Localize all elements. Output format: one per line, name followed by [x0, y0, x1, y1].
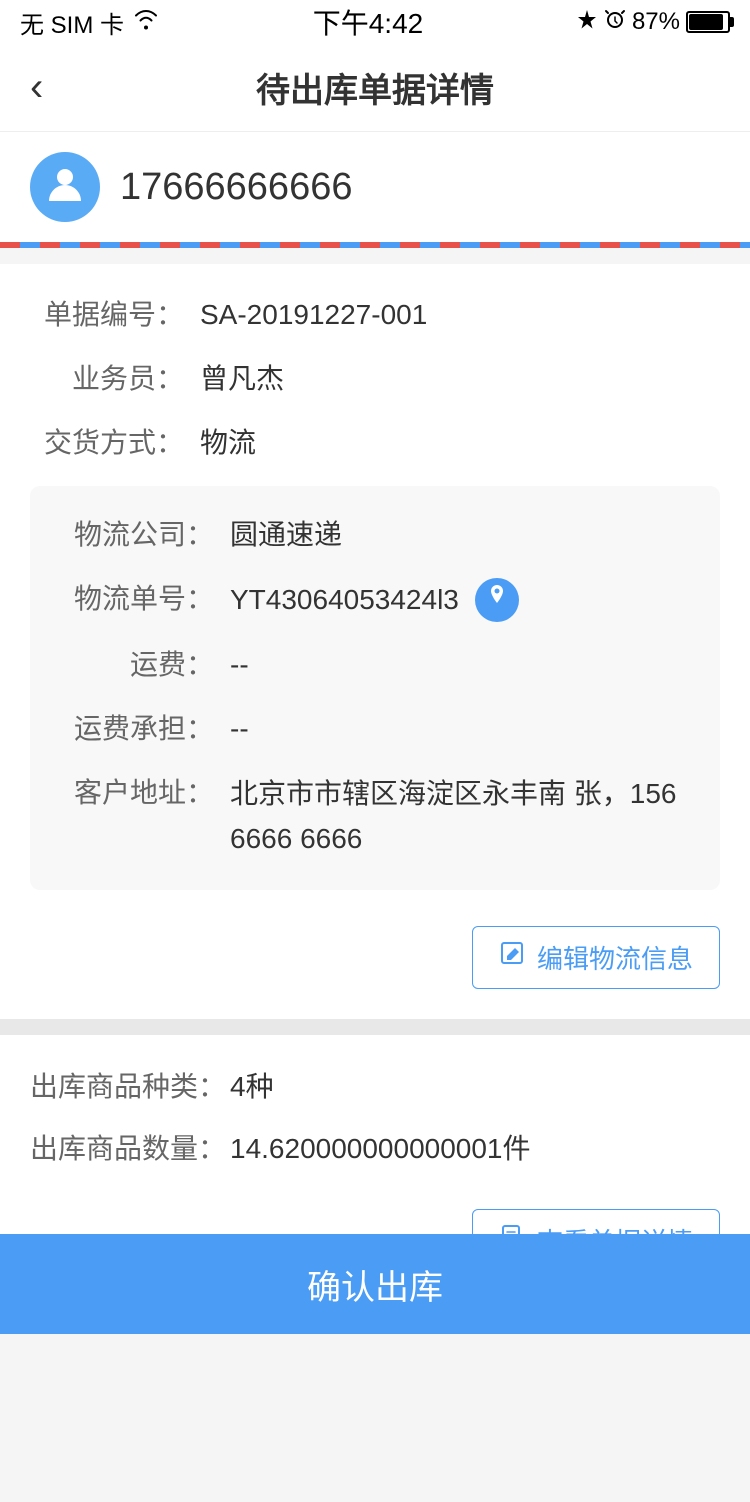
- goods-quantity-value: 14.620000000000001件: [230, 1127, 531, 1167]
- status-right-icons: 87%: [576, 8, 730, 37]
- logistics-freight-value: --: [230, 644, 690, 686]
- edit-logistics-button[interactable]: 编辑物流信息: [472, 926, 720, 989]
- salesman-row: 业务员： 曾凡杰: [30, 358, 720, 400]
- order-no-row: 单据编号： SA-20191227-001: [30, 294, 720, 336]
- alarm-icon: [604, 8, 626, 37]
- status-carrier: 无 SIM 卡: [20, 5, 160, 40]
- status-bar: 无 SIM 卡 下午4:42 87%: [0, 0, 750, 44]
- logistics-freight-row: 运费： --: [60, 644, 690, 686]
- battery-percentage: 87%: [632, 8, 680, 36]
- carrier-text: 无 SIM 卡: [20, 5, 124, 40]
- logistics-address-value: 北京市市辖区海淀区永丰南 张，156 6666 6666: [230, 772, 690, 862]
- logistics-tracking-label: 物流单号：: [60, 578, 230, 620]
- delivery-value: 物流: [200, 422, 720, 464]
- confirm-btn-label: 确认出库: [307, 1260, 443, 1309]
- section-separator: [0, 1019, 750, 1035]
- logistics-card: 物流公司： 圆通速递 物流单号： YT43064053424l3: [30, 486, 720, 890]
- edit-logistics-label: 编辑物流信息: [537, 939, 693, 976]
- order-no-label: 单据编号：: [30, 294, 200, 336]
- logistics-freight-bearer-value: --: [230, 708, 690, 750]
- tracking-number-text: YT43064053424l3: [230, 579, 459, 621]
- edit-logistics-btn-row: 编辑物流信息: [30, 906, 720, 989]
- dashed-divider: [0, 242, 750, 248]
- status-time: 下午4:42: [313, 2, 424, 42]
- goods-types-row: 出库商品种类： 4种: [30, 1065, 720, 1105]
- battery-icon: [686, 11, 730, 33]
- salesman-label: 业务员：: [30, 358, 200, 400]
- back-button[interactable]: ‹: [30, 65, 43, 110]
- customer-section: 17666666666: [0, 132, 750, 242]
- logistics-company-label: 物流公司：: [60, 514, 230, 556]
- logistics-address-row: 客户地址： 北京市市辖区海淀区永丰南 张，156 6666 6666: [60, 772, 690, 862]
- delivery-label: 交货方式：: [30, 422, 200, 464]
- map-pin-icon: [485, 582, 509, 618]
- tracking-location-button[interactable]: [475, 578, 519, 622]
- logistics-company-row: 物流公司： 圆通速递: [60, 514, 690, 556]
- delivery-row: 交货方式： 物流: [30, 422, 720, 464]
- salesman-value: 曾凡杰: [200, 358, 720, 400]
- nav-bar: ‹ 待出库单据详情: [0, 44, 750, 132]
- logistics-tracking-row: 物流单号： YT43064053424l3: [60, 578, 690, 622]
- logistics-freight-bearer-row: 运费承担： --: [60, 708, 690, 750]
- logistics-freight-label: 运费：: [60, 644, 230, 686]
- order-info-section: 单据编号： SA-20191227-001 业务员： 曾凡杰 交货方式： 物流 …: [0, 264, 750, 1019]
- goods-quantity-row: 出库商品数量： 14.620000000000001件: [30, 1127, 720, 1167]
- logistics-freight-bearer-label: 运费承担：: [60, 708, 230, 750]
- customer-phone: 17666666666: [120, 166, 352, 209]
- logistics-address-label: 客户地址：: [60, 772, 230, 814]
- location-status-icon: [576, 8, 598, 37]
- edit-icon: [499, 940, 527, 975]
- person-icon: [45, 163, 85, 212]
- avatar: [30, 152, 100, 222]
- confirm-outbound-button[interactable]: 确认出库: [0, 1234, 750, 1334]
- goods-types-label: 出库商品种类：: [30, 1065, 230, 1105]
- order-no-value: SA-20191227-001: [200, 294, 720, 336]
- logistics-company-value: 圆通速递: [230, 514, 690, 556]
- wifi-icon: [132, 8, 160, 37]
- goods-quantity-label: 出库商品数量：: [30, 1127, 230, 1167]
- page-title: 待出库单据详情: [256, 63, 494, 112]
- goods-types-value: 4种: [230, 1065, 274, 1105]
- logistics-tracking-value: YT43064053424l3: [230, 578, 690, 622]
